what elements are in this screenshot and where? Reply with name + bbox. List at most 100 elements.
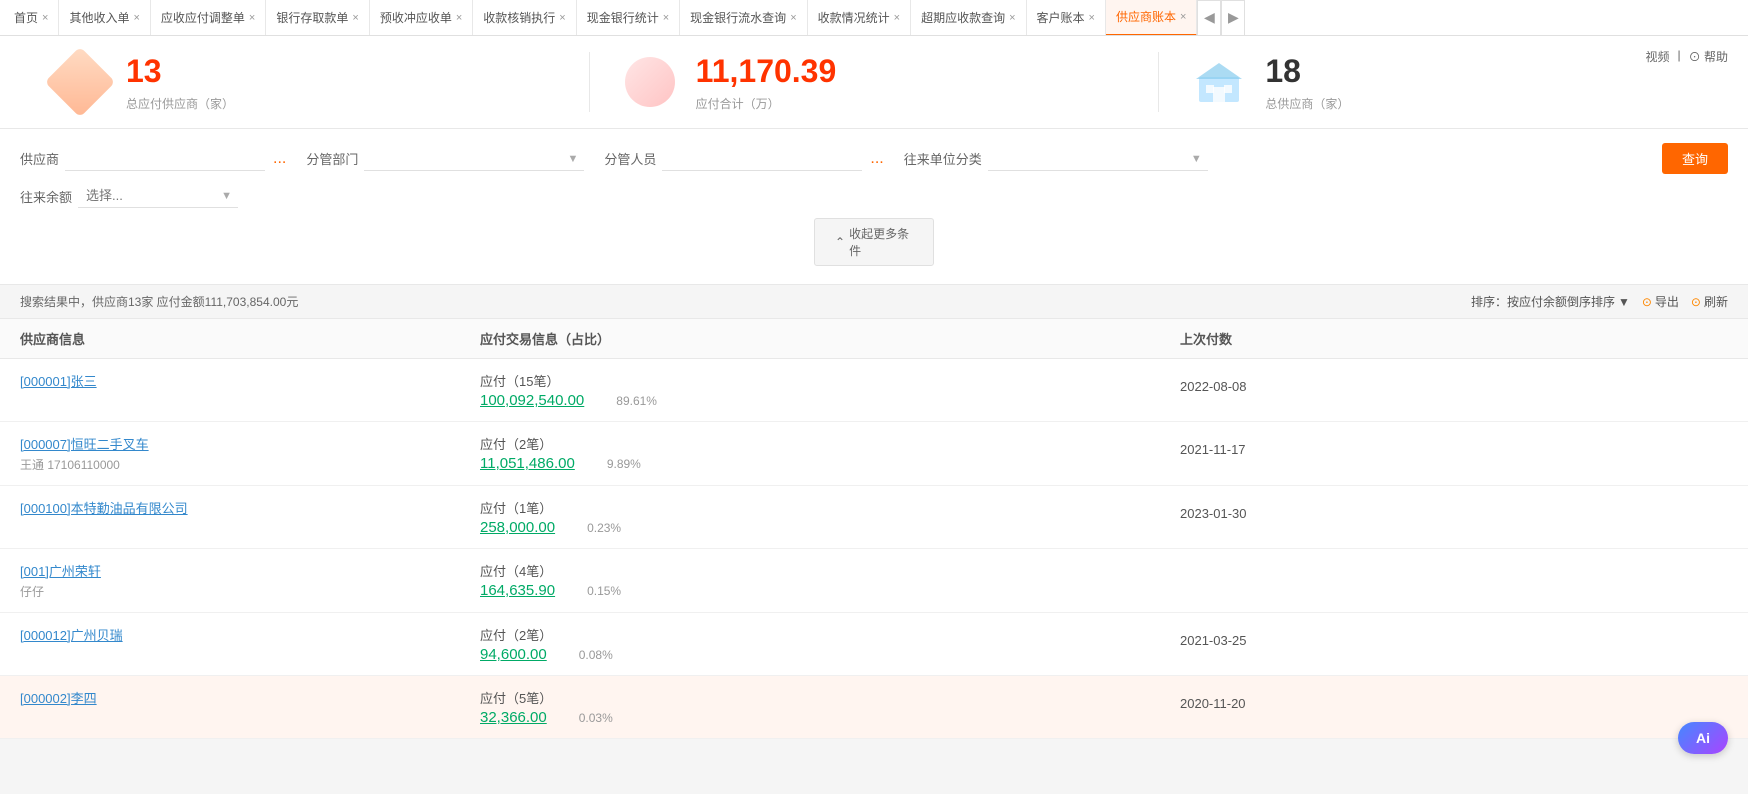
- balance-input[interactable]: [78, 184, 238, 208]
- transaction-label: 应付（4笔）: [480, 561, 1180, 580]
- nav-tab-prepay-recv-label: 预收冲应收单: [380, 9, 452, 26]
- nav-tab-recv-stat-label: 收款情况统计: [818, 9, 890, 26]
- person-label: 分管人员: [604, 149, 656, 168]
- summary-label-2: 应付合计（万）: [696, 95, 837, 112]
- category-dropdown-wrap: ▼: [988, 147, 1208, 171]
- nav-tab-other-income-close[interactable]: ×: [133, 12, 139, 24]
- result-bar: 搜索结果中，供应商13家 应付金额111,703,854.00元 排序：按应付余…: [0, 285, 1748, 319]
- category-label: 往来单位分类: [904, 149, 982, 168]
- transaction-label: 应付（15笔）: [480, 371, 1180, 390]
- refresh-button[interactable]: ⊙ 刷新: [1691, 293, 1728, 310]
- nav-tab-home-close[interactable]: ×: [42, 12, 48, 24]
- top-right-links: 视频 | ⊙ 帮助: [1646, 48, 1729, 65]
- nav-tab-ar-ap-adj-close[interactable]: ×: [249, 12, 255, 24]
- nav-tab-recv-verify-close[interactable]: ×: [559, 12, 565, 24]
- nav-tab-cash-bank-flow-close[interactable]: ×: [790, 12, 796, 24]
- nav-tab-other-income[interactable]: 其他收入单 ×: [59, 0, 150, 36]
- supplier-name-link[interactable]: [000100]本特勤油品有限公司: [20, 498, 480, 517]
- nav-tab-cash-bank-stat-label: 现金银行统计: [587, 9, 659, 26]
- nav-tab-customer-book[interactable]: 客户账本 ×: [1027, 0, 1106, 36]
- lastpay-cell: 2022-08-08: [1180, 371, 1728, 394]
- supplier-name-link[interactable]: [000012]广州贝瑞: [20, 625, 480, 644]
- filter-item-category: 往来单位分类 ▼: [904, 147, 1208, 171]
- supplier-sub-info: 王通 17106110000: [20, 456, 480, 473]
- dept-label: 分管部门: [306, 149, 358, 168]
- nav-tab-customer-book-close[interactable]: ×: [1089, 12, 1095, 24]
- nav-tab-supplier-book-close[interactable]: ×: [1180, 11, 1186, 23]
- nav-tab-supplier-book[interactable]: 供应商账本 ×: [1106, 0, 1197, 36]
- export-icon: ⊙: [1642, 295, 1652, 309]
- transaction-amount[interactable]: 258,000.00: [480, 519, 555, 536]
- supplier-name-link[interactable]: [000001]张三: [20, 371, 480, 390]
- summary-card-3: 18 总供应商（家）: [1159, 52, 1728, 112]
- nav-tab-home-label: 首页: [14, 9, 38, 26]
- refresh-label: 刷新: [1704, 293, 1728, 310]
- collapse-button[interactable]: ⌃ 收起更多条件: [814, 218, 934, 266]
- supplier-name-link[interactable]: [000007]恒旺二手叉车: [20, 434, 480, 453]
- query-button[interactable]: 查询: [1662, 143, 1728, 174]
- nav-tab-ar-ap-adj-label: 应收应付调整单: [161, 9, 245, 26]
- supplier-name-link[interactable]: [000002]李四: [20, 688, 480, 707]
- person-input[interactable]: [662, 147, 862, 171]
- diamond-icon: [50, 52, 110, 112]
- supplier-dots[interactable]: ...: [273, 150, 286, 168]
- summary-info-2: 11,170.39 应付合计（万）: [696, 52, 837, 111]
- transaction-amount[interactable]: 32,366.00: [480, 709, 547, 726]
- nav-tab-ar-ap-adj[interactable]: 应收应付调整单 ×: [151, 0, 266, 36]
- supplier-input[interactable]: [65, 147, 265, 171]
- transaction-cell: 应付（5笔） 32,366.00 0.03%: [480, 688, 1180, 726]
- transaction-cell: 应付（15笔） 100,092,540.00 89.61%: [480, 371, 1180, 409]
- nav-tab-recv-stat[interactable]: 收款情况统计 ×: [808, 0, 911, 36]
- supplier-cell: [000007]恒旺二手叉车 王通 17106110000: [20, 434, 480, 473]
- transaction-cell: 应付（4笔） 164,635.90 0.15%: [480, 561, 1180, 599]
- sort-label: 排序：按应付余额倒序排序: [1471, 293, 1615, 310]
- summary-number-2: 11,170.39: [696, 52, 837, 90]
- nav-tab-prepay-recv[interactable]: 预收冲应收单 ×: [370, 0, 473, 36]
- nav-tab-cash-bank-flow-label: 现金银行流水查询: [690, 9, 786, 26]
- nav-next-arrow[interactable]: ▶: [1221, 0, 1245, 36]
- summary-info-1: 13 总应付供应商（家）: [126, 52, 234, 111]
- nav-prev-arrow[interactable]: ◀: [1197, 0, 1221, 36]
- flower-icon: [620, 52, 680, 112]
- supplier-name-link[interactable]: [001]广州荣轩: [20, 561, 480, 580]
- nav-tab-cash-bank-flow[interactable]: 现金银行流水查询 ×: [680, 0, 807, 36]
- nav-tab-bank-deposit[interactable]: 银行存取款单 ×: [266, 0, 369, 36]
- nav-tab-customer-book-label: 客户账本: [1037, 9, 1085, 26]
- sort-button[interactable]: 排序：按应付余额倒序排序 ▼: [1471, 293, 1630, 310]
- nav-tab-cash-bank-stat-close[interactable]: ×: [663, 12, 669, 24]
- nav-tab-cash-bank-stat[interactable]: 现金银行统计 ×: [577, 0, 680, 36]
- nav-tab-supplier-book-label: 供应商账本: [1116, 8, 1176, 25]
- transaction-cell: 应付（2笔） 94,600.00 0.08%: [480, 625, 1180, 663]
- lastpay-cell: 2021-11-17: [1180, 434, 1728, 457]
- transaction-amount[interactable]: 94,600.00: [480, 646, 547, 663]
- nav-tab-bank-deposit-label: 银行存取款单: [276, 9, 348, 26]
- nav-tab-prepay-recv-close[interactable]: ×: [456, 12, 462, 24]
- help-link[interactable]: ⊙ 帮助: [1689, 48, 1728, 65]
- refresh-icon: ⊙: [1691, 295, 1701, 309]
- nav-tab-overdue-recv[interactable]: 超期应收款查询 ×: [911, 0, 1026, 36]
- dept-input[interactable]: [364, 147, 584, 171]
- nav-tab-recv-stat-close[interactable]: ×: [894, 12, 900, 24]
- nav-tab-overdue-recv-close[interactable]: ×: [1009, 12, 1015, 24]
- transaction-percent: 0.03%: [579, 711, 613, 725]
- supplier-cell: [000012]广州贝瑞: [20, 625, 480, 644]
- transaction-amount[interactable]: 100,092,540.00: [480, 392, 584, 409]
- transaction-amount[interactable]: 164,635.90: [480, 582, 555, 599]
- table-row: [000012]广州贝瑞 应付（2笔） 94,600.00 0.08% 2021…: [0, 613, 1748, 676]
- data-table: 供应商信息 应付交易信息（占比） 上次付数 [000001]张三 应付（15笔）…: [0, 319, 1748, 739]
- person-dots[interactable]: ...: [870, 150, 883, 168]
- transaction-amount[interactable]: 11,051,486.00: [480, 455, 575, 472]
- category-input[interactable]: [988, 147, 1208, 171]
- ai-button[interactable]: Ai: [1678, 722, 1728, 754]
- nav-tab-bank-deposit-close[interactable]: ×: [352, 12, 358, 24]
- transaction-percent: 0.15%: [587, 584, 621, 598]
- export-button[interactable]: ⊙ 导出: [1642, 293, 1679, 310]
- supplier-cell: [001]广州荣轩 仔仔: [20, 561, 480, 600]
- filter-row-2: 往来余额 ▼: [20, 184, 1728, 208]
- transaction-cell: 应付（2笔） 11,051,486.00 9.89%: [480, 434, 1180, 472]
- summary-label-1: 总应付供应商（家）: [126, 95, 234, 112]
- video-link[interactable]: 视频: [1646, 48, 1670, 65]
- transaction-cell: 应付（1笔） 258,000.00 0.23%: [480, 498, 1180, 536]
- nav-tab-recv-verify[interactable]: 收款核销执行 ×: [473, 0, 576, 36]
- nav-tab-home[interactable]: 首页 ×: [4, 0, 59, 36]
